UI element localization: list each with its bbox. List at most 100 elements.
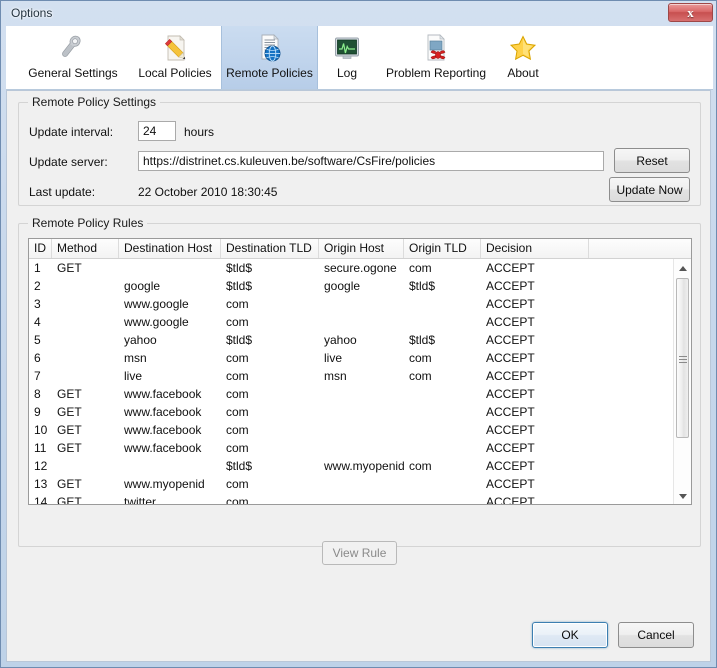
cell-otld: $tld$	[409, 333, 436, 347]
scrollbar-thumb[interactable]	[676, 278, 689, 438]
column-header-decision[interactable]: Decision	[481, 239, 589, 258]
pencil-document-icon	[129, 30, 221, 66]
ok-button[interactable]: OK	[532, 622, 608, 648]
table-row[interactable]: 14 GET twitter com ACCEPT	[29, 493, 673, 504]
cell-decision: ACCEPT	[486, 315, 535, 329]
rules-table-body[interactable]: 1 GET $tld$ secure.ogone com ACCEPT 2 google $tl…	[29, 259, 673, 504]
cell-method	[52, 295, 119, 313]
cell-decision: ACCEPT	[486, 279, 535, 293]
table-row[interactable]: 7 live com msn com ACCEPT	[29, 367, 673, 385]
scroll-up-arrow-icon[interactable]	[674, 259, 691, 276]
table-row[interactable]: 1 GET $tld$ secure.ogone com ACCEPT	[29, 259, 673, 277]
table-row[interactable]: 5 yahoo $tld$ yahoo $tld$ ACCEPT	[29, 331, 673, 349]
tab-remote-policies[interactable]: Remote Policies	[221, 26, 318, 89]
cell-ohost: live	[324, 351, 343, 365]
remote-policy-settings-group: Remote Policy Settings Update interval: …	[18, 95, 701, 206]
tab-label: Problem Reporting	[385, 66, 487, 80]
cell-otld	[404, 385, 481, 403]
table-row[interactable]: 3 www.google com ACCEPT	[29, 295, 673, 313]
update-now-button[interactable]: Update Now	[609, 177, 690, 202]
wrench-icon	[17, 30, 129, 66]
tab-label: General Settings	[28, 66, 118, 80]
cell-dtld: com	[226, 351, 249, 365]
table-row[interactable]: 8 GET www.facebook com ACCEPT	[29, 385, 673, 403]
cell-method	[52, 367, 119, 385]
cancel-button[interactable]: Cancel	[618, 622, 694, 648]
cell-dtld: com	[226, 315, 249, 329]
table-row[interactable]: 12 $tld$ www.myopenid com ACCEPT	[29, 457, 673, 475]
table-row[interactable]: 2 google $tld$ google $tld$ ACCEPT	[29, 277, 673, 295]
table-row[interactable]: 6 msn com live com ACCEPT	[29, 349, 673, 367]
rules-vertical-scrollbar[interactable]	[673, 259, 691, 504]
cell-otld: com	[409, 261, 432, 275]
cell-dhost: www.facebook	[124, 441, 202, 455]
cell-method	[52, 457, 119, 475]
column-header-dhost[interactable]: Destination Host	[119, 239, 221, 258]
cell-id: 10	[34, 423, 48, 437]
tab-label: Local Policies	[138, 66, 212, 80]
table-row[interactable]: 11 GET www.facebook com ACCEPT	[29, 439, 673, 457]
tab-label: Remote Policies	[226, 66, 313, 80]
cell-dtld: com	[226, 423, 249, 437]
tab-about[interactable]: About	[496, 26, 550, 89]
titlebar: Options x	[1, 1, 717, 25]
close-button[interactable]: x	[668, 3, 713, 22]
cell-dtld: $tld$	[226, 333, 253, 347]
tab-label: Log	[336, 66, 358, 80]
options-window: Options x General Settings Local Policie…	[0, 0, 717, 668]
table-row[interactable]: 9 GET www.facebook com ACCEPT	[29, 403, 673, 421]
cell-ohost: msn	[324, 369, 347, 383]
cell-otld	[404, 295, 481, 313]
cell-dhost: live	[124, 369, 143, 383]
tab-general-settings[interactable]: General Settings	[17, 26, 129, 89]
update-interval-input[interactable]	[138, 121, 176, 141]
cell-otld	[404, 493, 481, 504]
column-header-ohost[interactable]: Origin Host	[319, 239, 404, 258]
column-header-dtld[interactable]: Destination TLD	[221, 239, 319, 258]
cell-dhost: www.google	[124, 297, 189, 311]
cell-dhost: google	[124, 279, 161, 293]
group-title: Remote Policy Rules	[28, 216, 148, 230]
cell-otld	[404, 403, 481, 421]
update-server-input[interactable]	[138, 151, 604, 171]
cell-id: 8	[34, 387, 41, 401]
cell-dhost: twitter	[124, 495, 157, 504]
tab-local-policies[interactable]: Local Policies	[129, 26, 221, 89]
scroll-down-arrow-icon[interactable]	[674, 487, 691, 504]
cell-otld	[404, 439, 481, 457]
cell-ohost	[319, 313, 404, 331]
scrollbar-grip-icon	[678, 354, 687, 363]
cell-dtld: com	[226, 297, 249, 311]
cell-id: 13	[34, 477, 48, 491]
table-row[interactable]: 10 GET www.facebook com ACCEPT	[29, 421, 673, 439]
cell-id: 14	[34, 495, 48, 504]
cell-dhost: www.myopenid	[124, 477, 205, 491]
view-rule-button[interactable]: View Rule	[322, 541, 397, 565]
cell-otld: com	[409, 459, 432, 473]
cell-method: GET	[57, 261, 82, 275]
column-header-otld[interactable]: Origin TLD	[404, 239, 481, 258]
cell-ohost: google	[324, 279, 361, 293]
column-header-id[interactable]: ID	[29, 239, 52, 258]
rules-table[interactable]: ID Method Destination Host Destination TLD O…	[28, 238, 692, 505]
cell-decision: ACCEPT	[486, 477, 535, 491]
cell-id: 4	[34, 315, 41, 329]
reset-button[interactable]: Reset	[614, 148, 690, 173]
cell-ohost	[319, 403, 404, 421]
table-row[interactable]: 13 GET www.myopenid com ACCEPT	[29, 475, 673, 493]
tab-strip: General Settings Local Policies Remote P…	[6, 26, 713, 90]
tab-problem-reporting[interactable]: Problem Reporting	[376, 26, 496, 89]
cell-decision: ACCEPT	[486, 333, 535, 347]
remote-policy-rules-group: Remote Policy Rules ID Method Destination …	[18, 216, 701, 565]
close-icon: x	[687, 5, 694, 20]
cell-dtld: com	[226, 369, 249, 383]
window-title: Options	[11, 6, 53, 20]
column-header-method[interactable]: Method	[52, 239, 119, 258]
table-row[interactable]: 4 www.google com ACCEPT	[29, 313, 673, 331]
cell-id: 12	[34, 459, 48, 473]
update-server-label: Update server:	[29, 155, 108, 169]
tab-log[interactable]: Log	[318, 26, 376, 89]
bug-report-icon	[376, 30, 496, 66]
cell-method: GET	[57, 477, 82, 491]
last-update-label: Last update:	[29, 185, 96, 199]
